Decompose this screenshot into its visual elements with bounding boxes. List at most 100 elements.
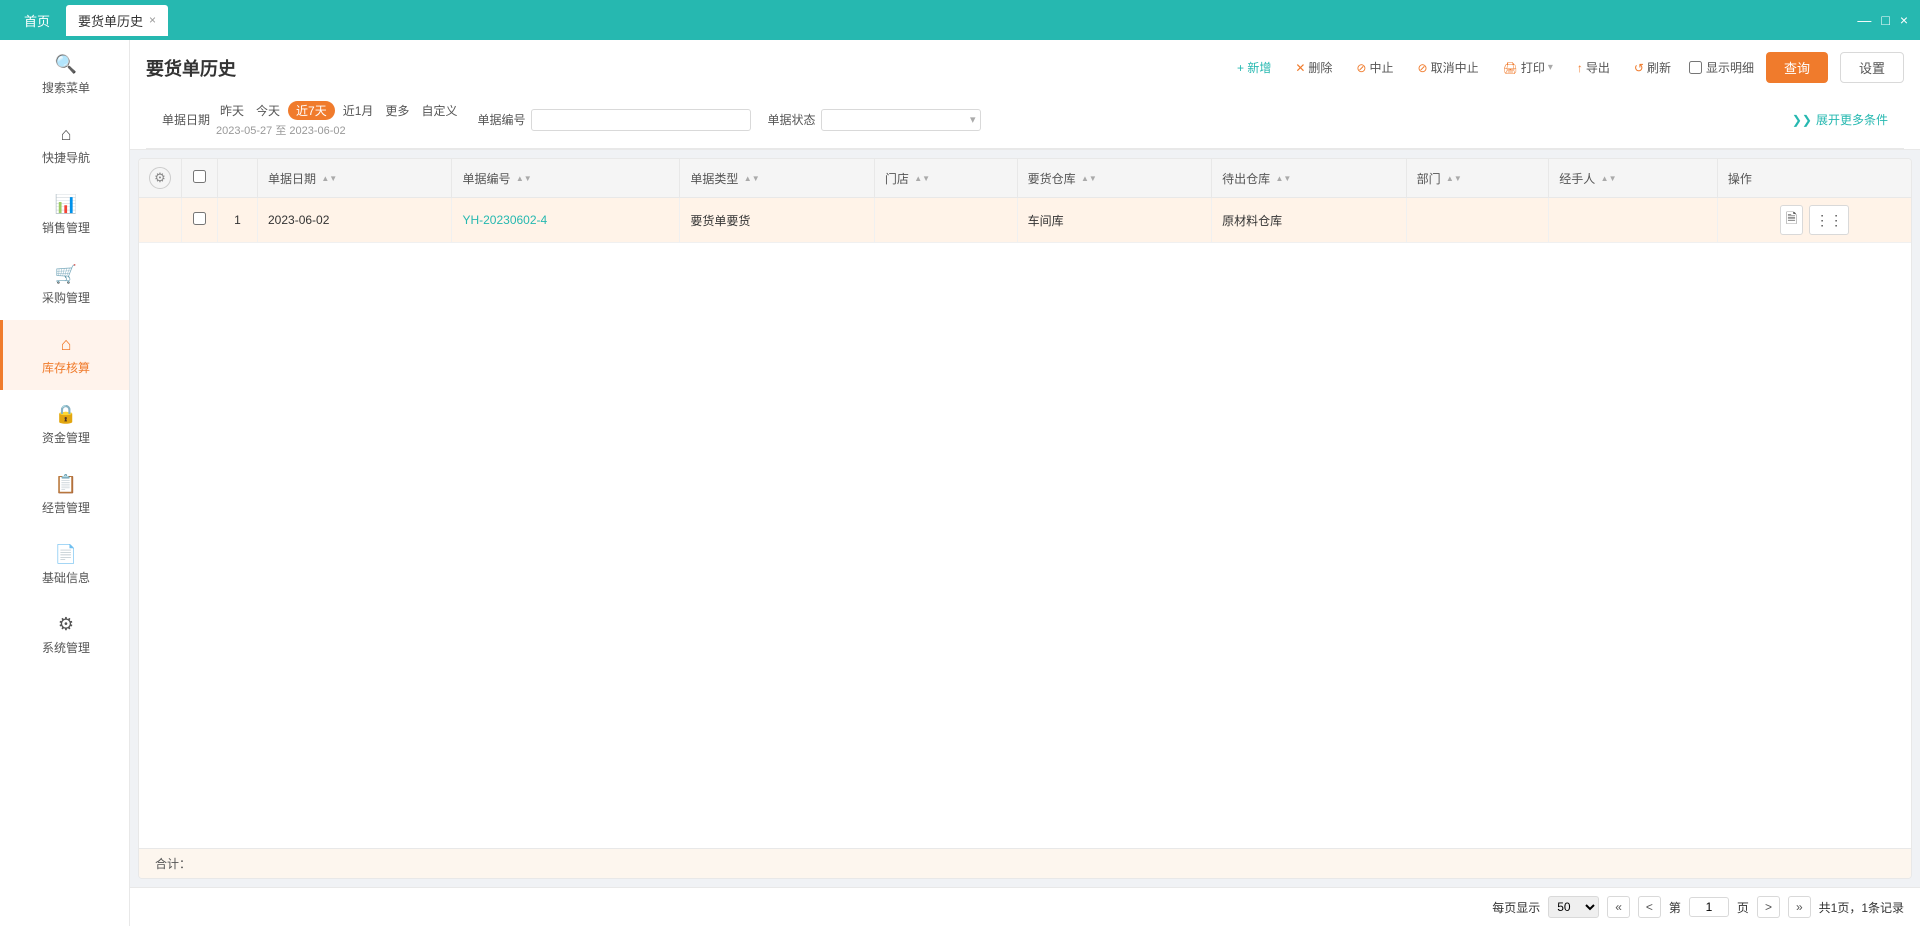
row-doc-type-cell: 要货单要货 <box>680 198 874 243</box>
print-button[interactable]: 🖨 打印 ▾ <box>1497 55 1559 80</box>
row-settings-cell <box>139 198 182 243</box>
total-label: 合计： <box>155 855 191 872</box>
next-page-button[interactable]: > <box>1757 896 1780 918</box>
settings-button[interactable]: 设置 <box>1840 52 1904 83</box>
data-table: ⚙ 单据日期 ▲▼ 单据编号 <box>139 159 1911 243</box>
shortcut-group: 昨天 今天 近7天 近1月 更多 自定义 <box>216 101 461 120</box>
finance-icon: 🔒 <box>55 404 77 425</box>
inventory-icon: ⌂ <box>61 334 72 355</box>
status-label: 单据状态 <box>767 111 815 128</box>
table-body: 1 2023-06-02 YH-20230602-4 要货单要货 车间库 原材料… <box>139 198 1911 243</box>
export-button[interactable]: ↑ 导出 <box>1571 55 1616 80</box>
shortcut-today[interactable]: 今天 <box>252 101 284 120</box>
shortcut-1month[interactable]: 近1月 <box>339 101 378 120</box>
sidebar-item-quick-nav[interactable]: ⌂ 快捷导航 <box>0 110 129 180</box>
quick-nav-icon: ⌂ <box>61 124 72 145</box>
query-button[interactable]: 查询 <box>1766 52 1828 83</box>
row-view-button[interactable]: 🗎 <box>1780 205 1803 235</box>
row-req-wh-cell: 车间库 <box>1017 198 1211 243</box>
row-checkbox[interactable] <box>193 212 206 225</box>
row-store-cell <box>874 198 1017 243</box>
close-tab-button[interactable]: × <box>149 13 156 27</box>
last-page-button[interactable]: » <box>1788 896 1811 918</box>
window-close-button[interactable]: × <box>1900 12 1908 28</box>
select-all-checkbox[interactable] <box>193 170 206 183</box>
shortcut-custom[interactable]: 自定义 <box>417 101 461 120</box>
sidebar-item-purchase[interactable]: 🛒 采购管理 <box>0 250 129 320</box>
col-doc-no-label: 单据编号 <box>462 172 510 186</box>
column-settings-button[interactable]: ⚙ <box>149 167 171 189</box>
col-doc-type-sort[interactable]: ▲▼ <box>744 175 760 183</box>
row-doc-no-cell: YH-20230602-4 <box>452 198 680 243</box>
table-head: ⚙ 单据日期 ▲▼ 单据编号 <box>139 159 1911 198</box>
col-handler-label: 经手人 <box>1559 172 1595 186</box>
col-header-handler: 经手人 ▲▼ <box>1549 159 1718 198</box>
sales-icon: 📊 <box>55 194 77 215</box>
sidebar-label-operations: 经营管理 <box>42 499 90 516</box>
page-suffix: 页 <box>1737 899 1749 916</box>
first-page-button[interactable]: « <box>1607 896 1630 918</box>
sidebar-item-search-menu[interactable]: 🔍 搜索菜单 <box>0 40 129 110</box>
sidebar-item-system[interactable]: ⚙ 系统管理 <box>0 600 129 670</box>
page-title: 要货单历史 <box>146 55 236 81</box>
row-doc-no-link[interactable]: YH-20230602-4 <box>462 213 547 227</box>
system-icon: ⚙ <box>58 614 74 635</box>
col-header-store: 门店 ▲▼ <box>874 159 1017 198</box>
row-edit-button[interactable]: ⋮⋮ <box>1809 205 1849 235</box>
per-page-select[interactable]: 50 100 200 <box>1548 896 1599 918</box>
sidebar-item-finance[interactable]: 🔒 资金管理 <box>0 390 129 460</box>
show-detail-checkbox-label[interactable]: 显示明细 <box>1689 59 1754 76</box>
stop-icon: ⊘ <box>1356 61 1366 75</box>
maximize-button[interactable]: □ <box>1881 12 1889 28</box>
sidebar-item-operations[interactable]: 📋 经营管理 <box>0 460 129 530</box>
expand-more-button[interactable]: ❯❯ 展开更多条件 <box>1792 111 1888 128</box>
col-handler-sort[interactable]: ▲▼ <box>1601 175 1617 183</box>
row-pending-wh-cell: 原材料仓库 <box>1212 198 1406 243</box>
filter-status: 单据状态 <box>767 109 981 131</box>
delete-button[interactable]: ✕ 删除 <box>1289 55 1338 80</box>
cancel-stop-button[interactable]: ⊘ 取消中止 <box>1412 55 1485 80</box>
sidebar-label-basic-info: 基础信息 <box>42 569 90 586</box>
table-header-row: ⚙ 单据日期 ▲▼ 单据编号 <box>139 159 1911 198</box>
sidebar-label-inventory: 库存核算 <box>42 359 90 376</box>
refresh-button[interactable]: ↺ 刷新 <box>1628 55 1677 80</box>
sidebar-item-inventory[interactable]: ⌂ 库存核算 <box>0 320 129 390</box>
page-number-input[interactable] <box>1689 897 1729 917</box>
col-store-sort[interactable]: ▲▼ <box>914 175 930 183</box>
col-date-sort[interactable]: ▲▼ <box>321 175 337 183</box>
top-bar: 首页 要货单历史 × — □ × <box>0 0 1920 40</box>
row-dept-cell <box>1406 198 1549 243</box>
basic-info-icon: 📄 <box>55 544 77 565</box>
tab-home[interactable]: 首页 <box>12 5 62 36</box>
tab-active[interactable]: 要货单历史 × <box>66 5 168 36</box>
stop-button[interactable]: ⊘ 中止 <box>1350 55 1399 80</box>
filter-bar: 单据日期 昨天 今天 近7天 近1月 更多 自定义 2023-05-27 至 2… <box>146 91 1904 149</box>
add-button[interactable]: + 新增 <box>1231 55 1277 80</box>
table-row[interactable]: 1 2023-06-02 YH-20230602-4 要货单要货 车间库 原材料… <box>139 198 1911 243</box>
col-doc-no-sort[interactable]: ▲▼ <box>516 175 532 183</box>
sidebar-item-basic-info[interactable]: 📄 基础信息 <box>0 530 129 600</box>
prev-page-button[interactable]: < <box>1638 896 1661 918</box>
main-layout: 🔍 搜索菜单 ⌂ 快捷导航 📊 销售管理 🛒 采购管理 ⌂ 库存核算 🔒 资金管… <box>0 40 1920 926</box>
shortcut-more[interactable]: 更多 <box>381 101 413 120</box>
minimize-button[interactable]: — <box>1857 12 1871 28</box>
col-pending-wh-sort[interactable]: ▲▼ <box>1275 175 1291 183</box>
window-controls: — □ × <box>1857 12 1908 28</box>
show-detail-checkbox[interactable] <box>1689 61 1702 74</box>
col-doc-type-label: 单据类型 <box>690 172 738 186</box>
doc-no-input[interactable] <box>531 109 751 131</box>
col-header-req-wh: 要货仓库 ▲▼ <box>1017 159 1211 198</box>
col-req-wh-sort[interactable]: ▲▼ <box>1081 175 1097 183</box>
page-label: 第 <box>1669 899 1681 916</box>
shortcut-7days[interactable]: 近7天 <box>288 101 335 120</box>
status-select[interactable] <box>821 109 981 131</box>
sidebar-item-sales[interactable]: 📊 销售管理 <box>0 180 129 250</box>
shortcut-yesterday[interactable]: 昨天 <box>216 101 248 120</box>
date-range-display: 2023-05-27 至 2023-06-02 <box>216 122 461 138</box>
col-dept-sort[interactable]: ▲▼ <box>1446 175 1462 183</box>
col-date-label: 单据日期 <box>268 172 316 186</box>
sidebar: 🔍 搜索菜单 ⌂ 快捷导航 📊 销售管理 🛒 采购管理 ⌂ 库存核算 🔒 资金管… <box>0 40 130 926</box>
page-header: 要货单历史 + 新增 ✕ 删除 ⊘ 中止 ⊘ 取消中止 <box>130 40 1920 150</box>
row-check-cell <box>182 198 218 243</box>
row-date-cell: 2023-06-02 <box>258 198 452 243</box>
